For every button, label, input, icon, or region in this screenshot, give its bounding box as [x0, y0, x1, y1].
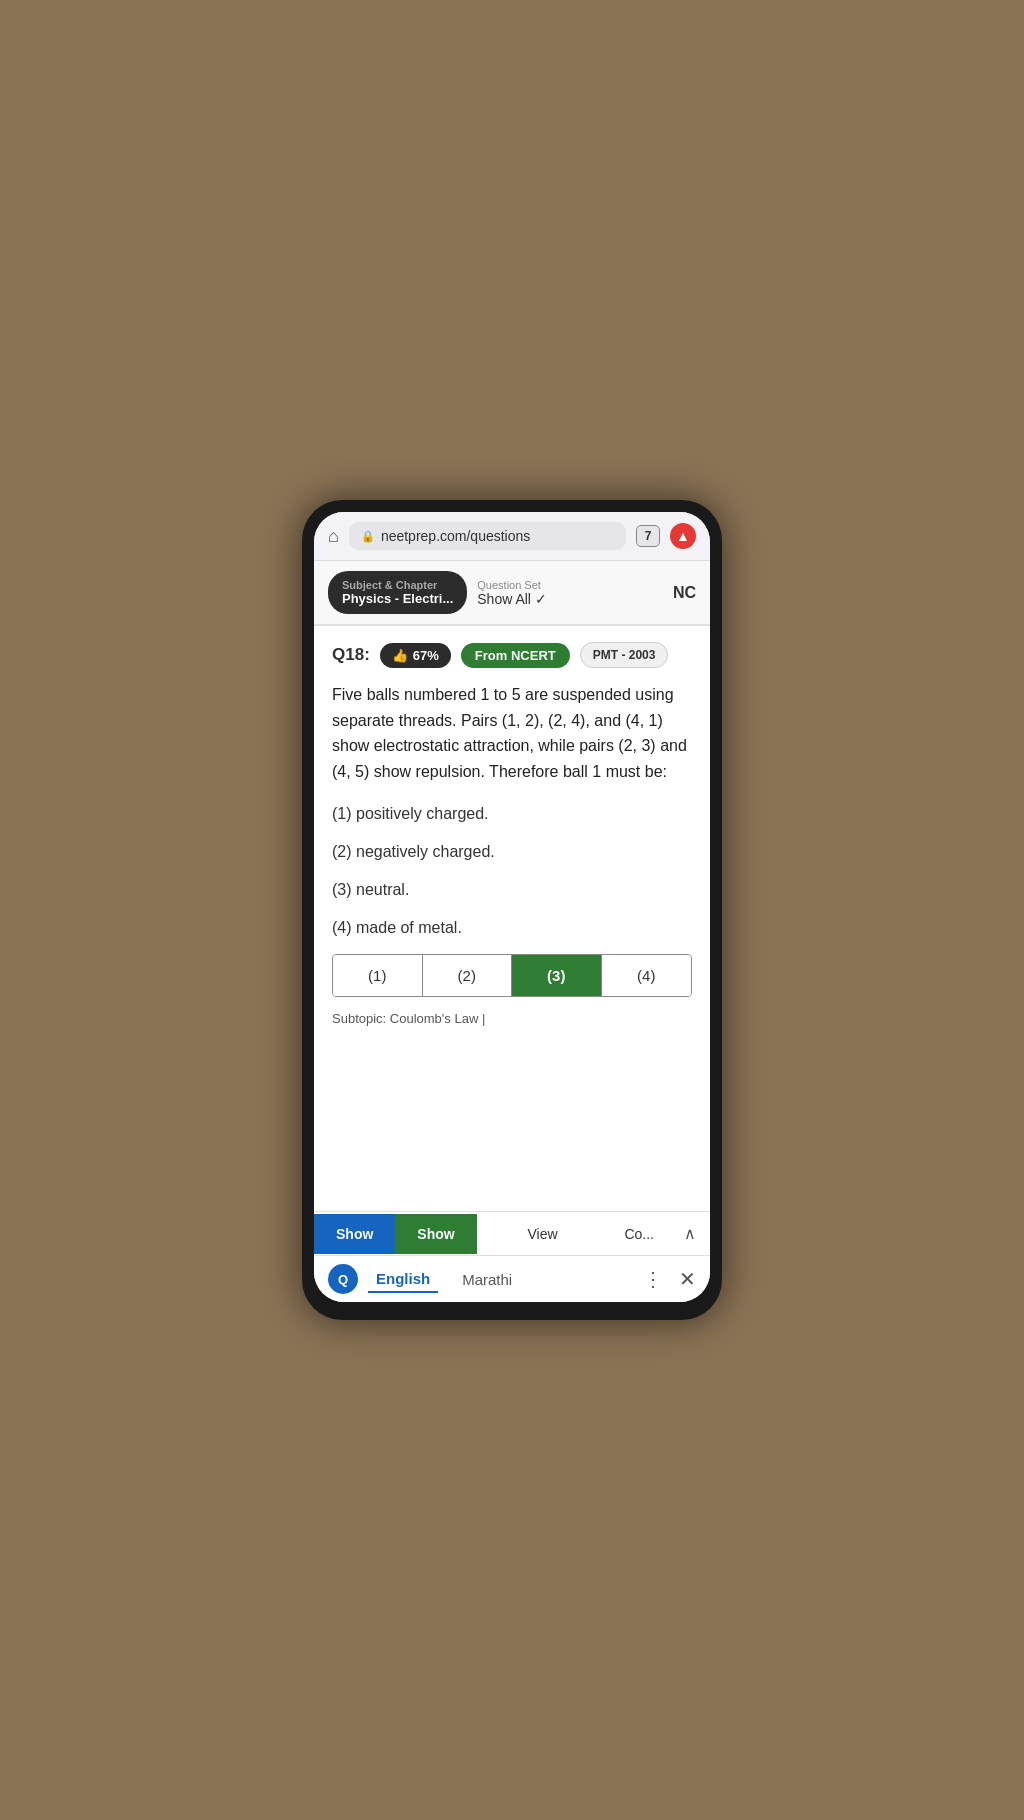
show-all-button[interactable]: Show All ✓: [477, 591, 547, 607]
marathi-tab[interactable]: Marathi: [454, 1267, 520, 1292]
language-icon: Q: [328, 1264, 358, 1294]
nc-label: NC: [673, 584, 696, 602]
alert-icon[interactable]: ▲: [670, 523, 696, 549]
option-1[interactable]: (1) positively charged.: [332, 802, 692, 826]
show-button-2[interactable]: Show: [395, 1214, 476, 1254]
question-set-area: Question Set Show All ✓: [477, 579, 547, 607]
pmt-badge: PMT - 2003: [580, 642, 669, 668]
view-button[interactable]: View: [477, 1214, 609, 1254]
language-bar: Q English Marathi ⋮ ✕: [314, 1255, 710, 1302]
answer-cell-1[interactable]: (1): [333, 955, 423, 996]
phone-frame: ⌂ 🔒 neetprep.com/questions 7 ▲ Subject &…: [302, 500, 722, 1320]
tab-badge[interactable]: 7: [636, 525, 660, 547]
answer-cell-2[interactable]: (2): [423, 955, 513, 996]
chevron-up-button[interactable]: ∧: [670, 1212, 710, 1255]
answer-cell-3[interactable]: (3): [512, 955, 602, 996]
option-2[interactable]: (2) negatively charged.: [332, 840, 692, 864]
phone-screen: ⌂ 🔒 neetprep.com/questions 7 ▲ Subject &…: [314, 512, 710, 1302]
chevron-up-icon: ∧: [684, 1225, 696, 1242]
filter-bar: Subject & Chapter Physics - Electri... Q…: [314, 561, 710, 625]
more-options-icon[interactable]: ⋮: [643, 1267, 663, 1291]
url-text: neetprep.com/questions: [381, 528, 530, 544]
lock-icon: 🔒: [361, 530, 375, 543]
subject-filter-chip[interactable]: Subject & Chapter Physics - Electri...: [328, 571, 467, 614]
question-text: Five balls numbered 1 to 5 are suspended…: [332, 682, 692, 784]
question-header: Q18: 👍 67% From NCERT PMT - 2003: [332, 642, 692, 668]
option-4[interactable]: (4) made of metal.: [332, 916, 692, 940]
english-tab[interactable]: English: [368, 1266, 438, 1293]
comment-button[interactable]: Co...: [608, 1214, 670, 1254]
subject-label: Subject & Chapter: [342, 579, 453, 591]
ncert-badge: From NCERT: [461, 643, 570, 668]
answer-cell-4[interactable]: (4): [602, 955, 692, 996]
percent-badge: 👍 67%: [380, 643, 451, 668]
subtopic-text: Subtopic: Coulomb's Law |: [332, 1011, 692, 1026]
subject-value: Physics - Electri...: [342, 591, 453, 606]
browser-bar: ⌂ 🔒 neetprep.com/questions 7 ▲: [314, 512, 710, 561]
address-bar[interactable]: 🔒 neetprep.com/questions: [349, 522, 626, 550]
home-icon[interactable]: ⌂: [328, 526, 339, 547]
question-content: Q18: 👍 67% From NCERT PMT - 2003 Five ba…: [314, 626, 710, 1211]
thumbs-up-icon: 👍: [392, 648, 408, 663]
answer-grid: (1) (2) (3) (4): [332, 954, 692, 997]
action-bar: Show Show View Co... ∧: [314, 1211, 710, 1255]
question-number: Q18:: [332, 645, 370, 665]
percent-value: 67%: [413, 648, 439, 663]
option-3[interactable]: (3) neutral.: [332, 878, 692, 902]
close-icon[interactable]: ✕: [679, 1267, 696, 1291]
show-button-1[interactable]: Show: [314, 1214, 395, 1254]
question-set-label: Question Set: [477, 579, 547, 591]
